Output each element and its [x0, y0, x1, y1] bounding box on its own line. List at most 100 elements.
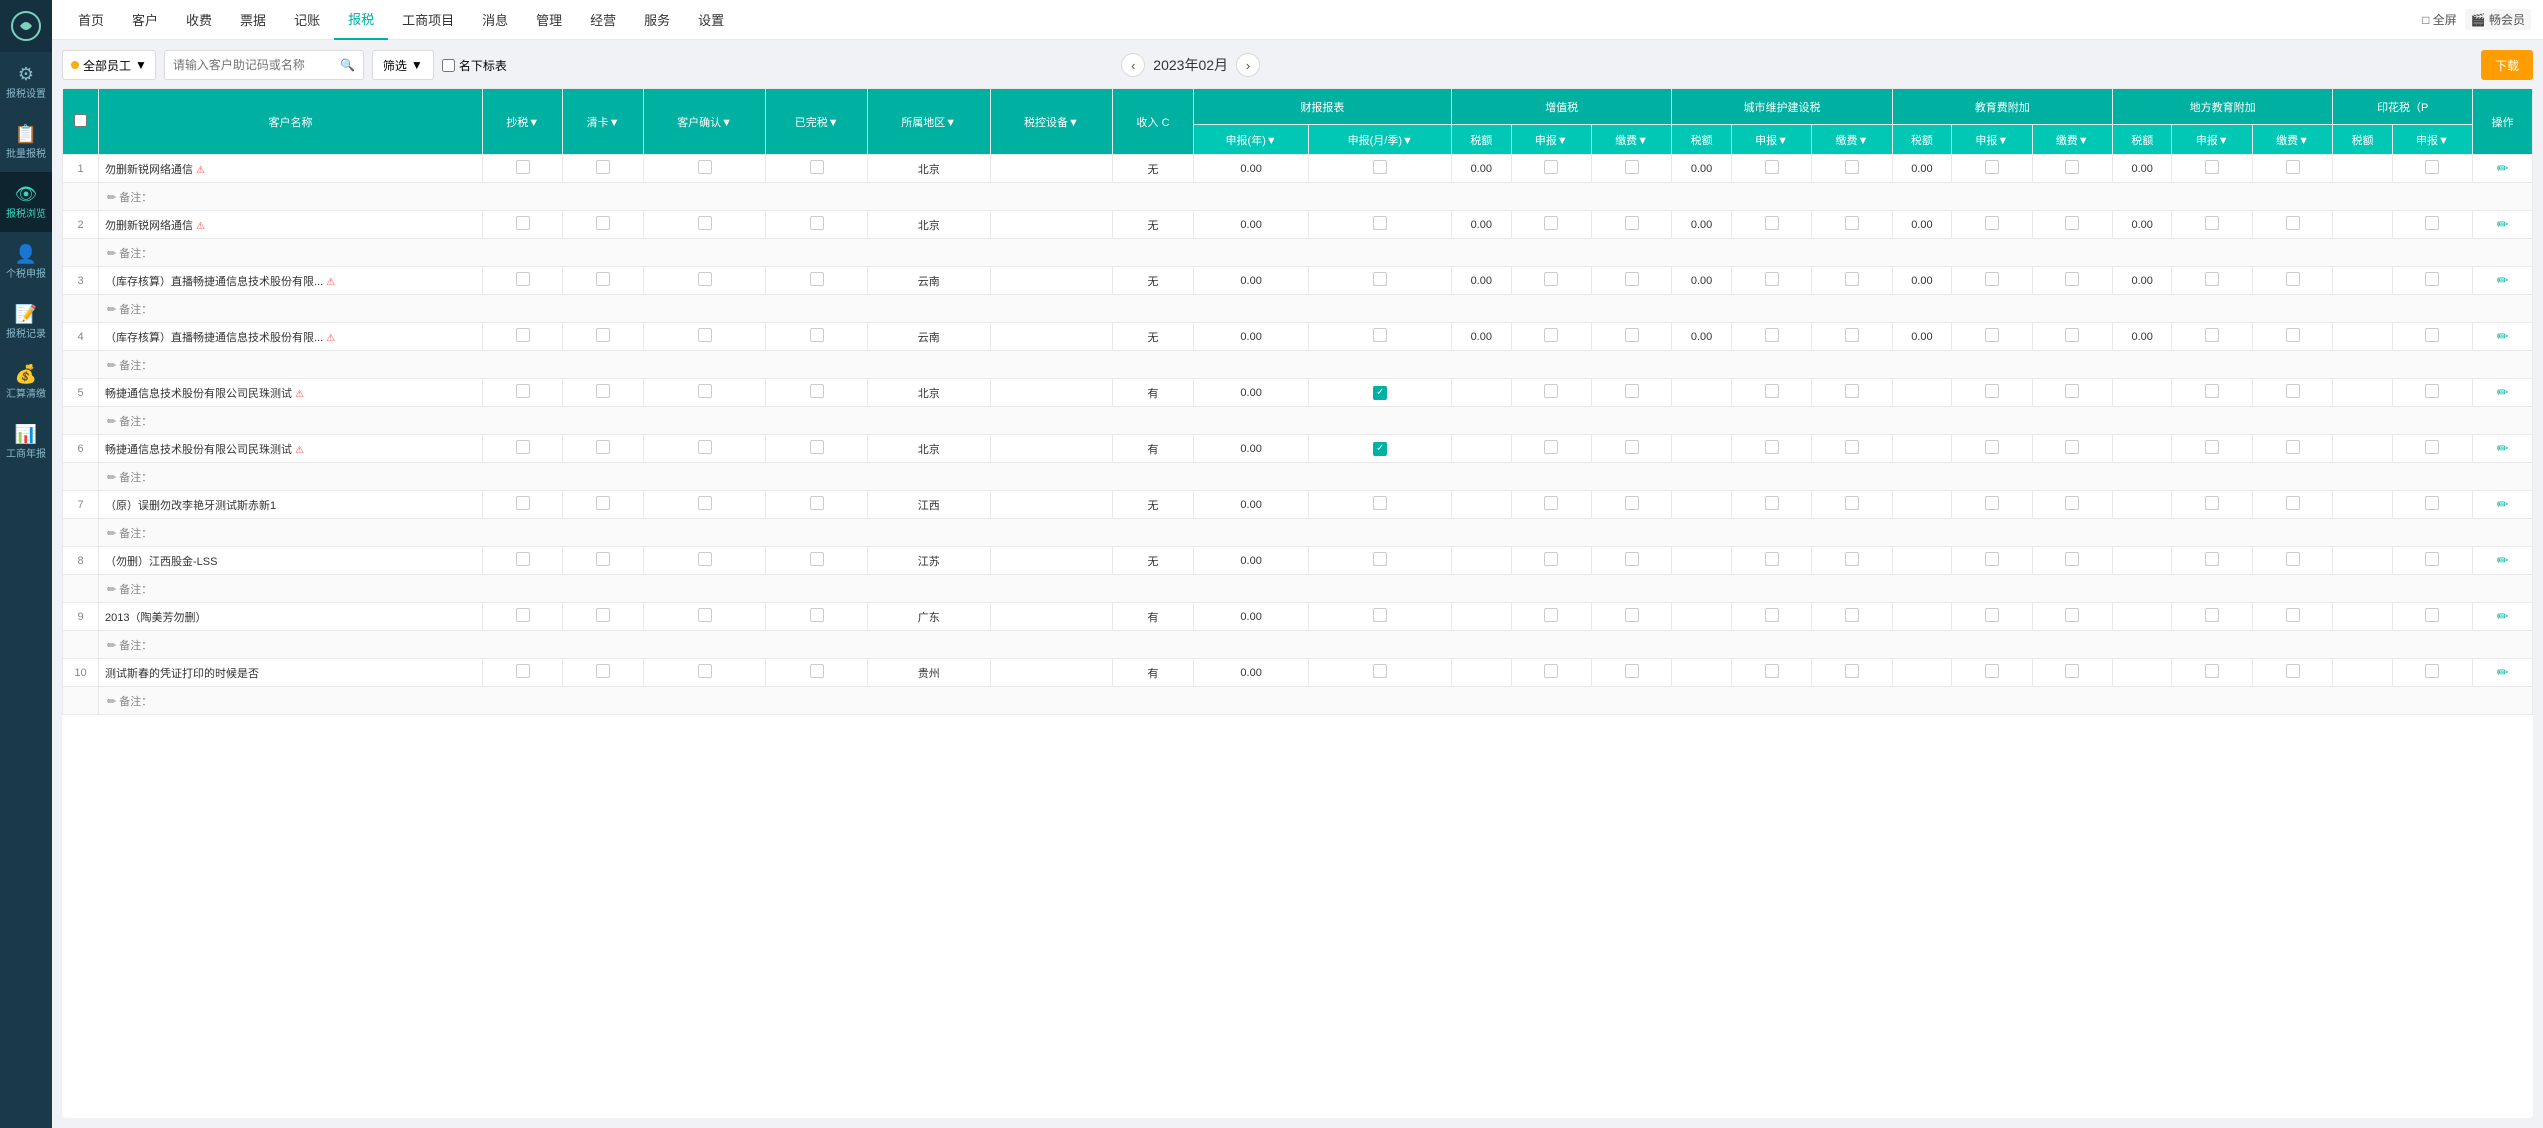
remark-cell[interactable]: ✏ 备注：	[99, 519, 2533, 547]
col-client-confirm-header[interactable]: 客户确认▼	[643, 89, 766, 155]
vat-declare-cell[interactable]	[1511, 547, 1591, 575]
edu-fee-cell[interactable]	[2032, 547, 2112, 575]
operation-cell[interactable]: ✏	[2473, 491, 2533, 519]
city-fee-cell[interactable]	[1812, 659, 1892, 687]
already-declared-cell[interactable]	[766, 491, 868, 519]
vat-declare-cell[interactable]	[1511, 603, 1591, 631]
clear-card-cell[interactable]	[563, 379, 643, 407]
tax-declaration-cell[interactable]	[482, 435, 562, 463]
tax-declaration-cell[interactable]	[482, 267, 562, 295]
edit-icon[interactable]: ✏	[2497, 552, 2509, 568]
col-city-fee-sub[interactable]: 缴费▼	[1812, 125, 1892, 155]
remark-cell[interactable]: ✏ 备注：	[99, 183, 2533, 211]
stamp-declare-cell[interactable]	[2392, 435, 2472, 463]
unchecked-checkbox[interactable]	[1373, 272, 1387, 286]
city-declare-cell[interactable]	[1731, 379, 1811, 407]
unchecked-checkbox[interactable]	[1373, 160, 1387, 174]
edu-fee-cell[interactable]	[2032, 323, 2112, 351]
city-fee-cell[interactable]	[1812, 491, 1892, 519]
nav-accounting[interactable]: 记账	[280, 0, 334, 40]
col-city-declare-sub[interactable]: 申报▼	[1731, 125, 1811, 155]
sidebar-item-tax-settings[interactable]: ⚙ 报税设置	[0, 52, 52, 112]
report-month-cell[interactable]: ✓	[1309, 379, 1452, 407]
col-edu-fee-sub[interactable]: 缴费▼	[2032, 125, 2112, 155]
remark-cell[interactable]: ✏ 备注：	[99, 631, 2533, 659]
named-checkbox[interactable]	[442, 59, 455, 72]
sidebar-item-tax-record[interactable]: 📝 报税记录	[0, 292, 52, 352]
edu-declare-cell[interactable]	[1952, 491, 2032, 519]
local-declare-cell[interactable]	[2172, 267, 2252, 295]
col-report-month-sub[interactable]: 申报(月/季)▼	[1309, 125, 1452, 155]
already-declared-cell[interactable]	[766, 379, 868, 407]
col-local-declare-sub[interactable]: 申报▼	[2172, 125, 2252, 155]
search-box[interactable]: 🔍	[164, 50, 364, 80]
operation-cell[interactable]: ✏	[2473, 659, 2533, 687]
already-declared-cell[interactable]	[766, 211, 868, 239]
report-month-cell[interactable]	[1309, 603, 1452, 631]
vat-fee-cell[interactable]	[1591, 435, 1671, 463]
vat-fee-cell[interactable]	[1591, 603, 1671, 631]
local-declare-cell[interactable]	[2172, 659, 2252, 687]
edit-icon[interactable]: ✏	[2497, 384, 2509, 400]
edit-icon[interactable]: ✏	[2497, 496, 2509, 512]
operation-cell[interactable]: ✏	[2473, 603, 2533, 631]
city-declare-cell[interactable]	[1731, 267, 1811, 295]
nav-business[interactable]: 工商项目	[388, 0, 468, 40]
edu-fee-cell[interactable]	[2032, 267, 2112, 295]
named-label-checkbox[interactable]: 名下标表	[442, 57, 507, 74]
download-button[interactable]: 下载	[2481, 50, 2533, 80]
city-declare-cell[interactable]	[1731, 659, 1811, 687]
teal-checkbox[interactable]: ✓	[1373, 442, 1387, 456]
report-month-cell[interactable]	[1309, 323, 1452, 351]
col-clear-card-header[interactable]: 清卡▼	[563, 89, 643, 155]
vat-declare-cell[interactable]	[1511, 211, 1591, 239]
operation-cell[interactable]: ✏	[2473, 379, 2533, 407]
nav-client[interactable]: 客户	[118, 0, 172, 40]
vat-declare-cell[interactable]	[1511, 267, 1591, 295]
city-declare-cell[interactable]	[1731, 211, 1811, 239]
report-month-cell[interactable]	[1309, 155, 1452, 183]
sidebar-item-tax-browse[interactable]: 👁 报税浏览	[0, 172, 52, 232]
unchecked-checkbox[interactable]	[1373, 496, 1387, 510]
remark-cell[interactable]: ✏ 备注：	[99, 463, 2533, 491]
already-declared-cell[interactable]	[766, 659, 868, 687]
edu-declare-cell[interactable]	[1952, 547, 2032, 575]
city-fee-cell[interactable]	[1812, 379, 1892, 407]
sidebar-item-batch-tax[interactable]: 📋 批量报税	[0, 112, 52, 172]
edu-declare-cell[interactable]	[1952, 211, 2032, 239]
local-fee-cell[interactable]	[2252, 211, 2332, 239]
edit-icon[interactable]: ✏	[2497, 328, 2509, 344]
nav-home[interactable]: 首页	[64, 0, 118, 40]
vat-fee-cell[interactable]	[1591, 155, 1671, 183]
edu-fee-cell[interactable]	[2032, 379, 2112, 407]
city-fee-cell[interactable]	[1812, 323, 1892, 351]
col-region-header[interactable]: 所属地区▼	[867, 89, 990, 155]
remark-cell[interactable]: ✏ 备注：	[99, 575, 2533, 603]
city-declare-cell[interactable]	[1731, 603, 1811, 631]
client-confirm-cell[interactable]	[643, 491, 766, 519]
local-declare-cell[interactable]	[2172, 155, 2252, 183]
edu-fee-cell[interactable]	[2032, 603, 2112, 631]
already-declared-cell[interactable]	[766, 323, 868, 351]
nav-settings[interactable]: 设置	[684, 0, 738, 40]
local-declare-cell[interactable]	[2172, 379, 2252, 407]
already-declared-cell[interactable]	[766, 435, 868, 463]
local-declare-cell[interactable]	[2172, 435, 2252, 463]
vat-declare-cell[interactable]	[1511, 379, 1591, 407]
report-month-cell[interactable]	[1309, 547, 1452, 575]
remark-cell[interactable]: ✏ 备注：	[99, 239, 2533, 267]
local-fee-cell[interactable]	[2252, 491, 2332, 519]
edu-fee-cell[interactable]	[2032, 491, 2112, 519]
remark-cell[interactable]: ✏ 备注：	[99, 295, 2533, 323]
edu-declare-cell[interactable]	[1952, 379, 2032, 407]
report-month-cell[interactable]	[1309, 211, 1452, 239]
vat-fee-cell[interactable]	[1591, 211, 1671, 239]
edit-icon[interactable]: ✏	[2497, 272, 2509, 288]
col-local-fee-sub[interactable]: 缴费▼	[2252, 125, 2332, 155]
sidebar-item-annual-settlement[interactable]: 💰 汇算清缴	[0, 352, 52, 412]
stamp-declare-cell[interactable]	[2392, 211, 2472, 239]
operation-cell[interactable]: ✏	[2473, 323, 2533, 351]
unchecked-checkbox[interactable]	[1373, 216, 1387, 230]
report-month-cell[interactable]	[1309, 659, 1452, 687]
city-fee-cell[interactable]	[1812, 211, 1892, 239]
